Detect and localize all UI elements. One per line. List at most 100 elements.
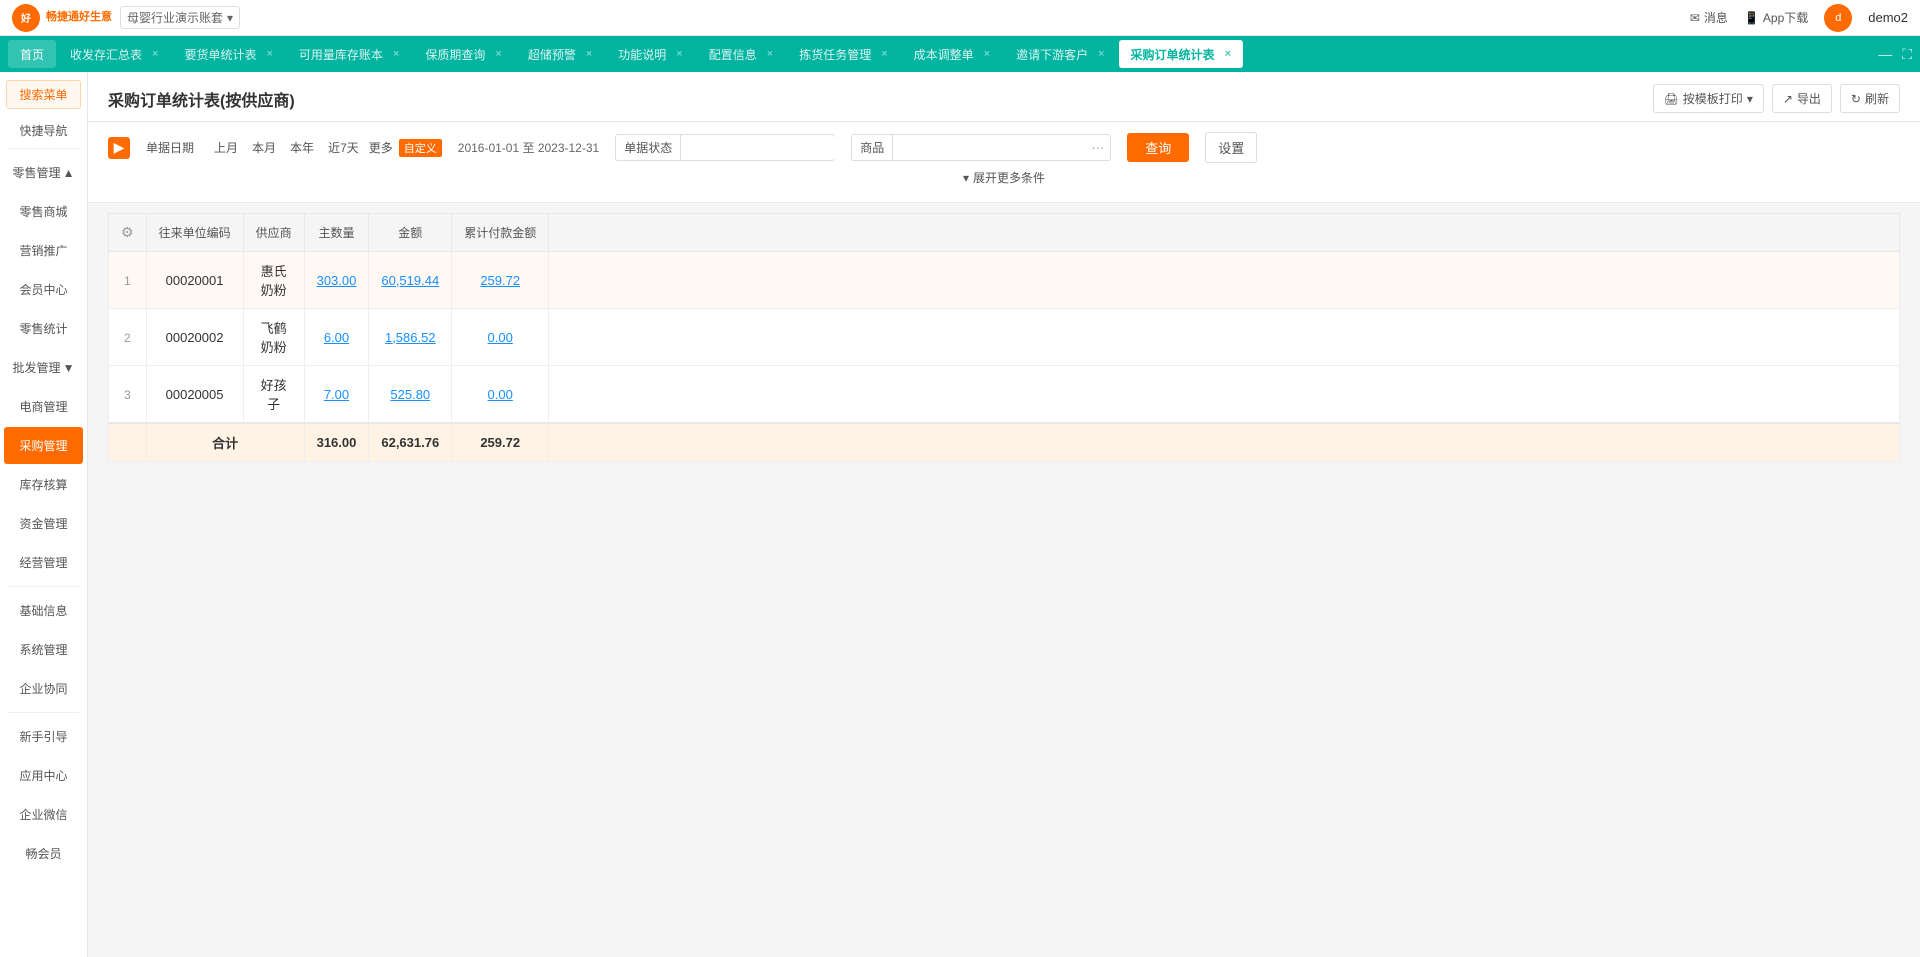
- workspace-selector[interactable]: 母婴行业演示账套 ▾: [120, 6, 240, 29]
- tab-chaochu[interactable]: 超储预警 ×: [516, 40, 604, 68]
- close-icon[interactable]: ×: [152, 48, 158, 60]
- date-more-button[interactable]: 更多: [369, 139, 393, 156]
- sidebar-item-wechat[interactable]: 企业微信: [4, 796, 83, 833]
- sidebar-item-label: 资金管理: [19, 517, 67, 531]
- cell-amount: 525.80: [369, 366, 452, 424]
- user-avatar[interactable]: d: [1824, 4, 1852, 32]
- tab-peizhi[interactable]: 配置信息 ×: [697, 40, 785, 68]
- chevron-down-icon: ▾: [963, 171, 969, 185]
- tab-jianhuo[interactable]: 拣货任务管理 ×: [787, 40, 899, 68]
- sidebar-search-area: 搜索菜单: [0, 72, 87, 117]
- sidebar-quick-nav[interactable]: 快捷导航: [0, 117, 87, 144]
- close-icon[interactable]: ×: [1098, 48, 1104, 60]
- qty-link[interactable]: 6.00: [324, 330, 349, 345]
- row-index: 1: [109, 252, 147, 309]
- date-shortcut-this-year[interactable]: 本年: [286, 137, 318, 158]
- maximize-icon[interactable]: ⛶: [1902, 46, 1912, 63]
- cell-supplier: 好孩子: [243, 366, 304, 424]
- close-icon[interactable]: ×: [676, 48, 682, 60]
- date-range-display: 2016-01-01 至 2023-12-31: [458, 139, 599, 156]
- amount-link[interactable]: 1,586.52: [385, 330, 436, 345]
- qty-link[interactable]: 303.00: [317, 273, 357, 288]
- date-shortcut-this-month[interactable]: 本月: [248, 137, 280, 158]
- page-title: 采购订单统计表(按供应商): [108, 87, 295, 111]
- query-button[interactable]: 查询: [1127, 133, 1189, 162]
- sidebar-item-label: 系统管理: [19, 643, 67, 657]
- search-menu-button[interactable]: 搜索菜单: [6, 80, 81, 109]
- paid-link[interactable]: 259.72: [480, 273, 520, 288]
- cell-paid: 0.00: [452, 366, 549, 424]
- date-shortcut-last-month[interactable]: 上月: [210, 137, 242, 158]
- sidebar-item-member[interactable]: 会员中心: [4, 271, 83, 308]
- app-download-button[interactable]: 📱 App下载: [1744, 9, 1808, 26]
- settings-button[interactable]: 设置: [1205, 132, 1257, 163]
- tab-yaoqing[interactable]: 邀请下游客户 ×: [1004, 40, 1116, 68]
- status-filter-input[interactable]: [681, 137, 852, 159]
- sidebar-item-purchase[interactable]: 采购管理: [4, 427, 83, 464]
- sidebar-item-marketing[interactable]: 营销推广: [4, 232, 83, 269]
- close-icon[interactable]: ×: [881, 48, 887, 60]
- tab-label: 超储预警: [528, 46, 576, 63]
- export-button[interactable]: ↗ 导出: [1772, 84, 1832, 113]
- sidebar-item-ecommerce[interactable]: 电商管理: [4, 388, 83, 425]
- close-icon[interactable]: ×: [984, 48, 990, 60]
- expand-more-button[interactable]: ▾ 展开更多条件: [963, 169, 1045, 186]
- sidebar-item-guide[interactable]: 新手引导: [4, 718, 83, 755]
- sidebar-item-collab[interactable]: 企业协同: [4, 670, 83, 707]
- close-icon[interactable]: ×: [495, 48, 501, 60]
- sidebar-item-operations[interactable]: 经营管理: [4, 544, 83, 581]
- close-icon[interactable]: ×: [586, 48, 592, 60]
- footer-empty: [109, 423, 147, 462]
- close-icon[interactable]: ×: [266, 48, 272, 60]
- table-row: 1 00020001 惠氏奶粉 303.00 60,519.44 259.72: [109, 252, 1900, 309]
- sidebar-item-store[interactable]: 零售商城: [4, 193, 83, 230]
- sidebar-item-retail[interactable]: 零售管理 ▲: [4, 154, 83, 191]
- tab-kuyong[interactable]: 可用量库存账本 ×: [287, 40, 411, 68]
- tab-gongneng[interactable]: 功能说明 ×: [606, 40, 694, 68]
- sidebar-item-system[interactable]: 系统管理: [4, 631, 83, 668]
- col-extra: [549, 214, 1900, 252]
- date-custom-badge[interactable]: 自定义: [399, 139, 442, 157]
- sidebar-item-wholesale[interactable]: 批发管理 ▼: [4, 349, 83, 386]
- minimize-icon[interactable]: —: [1878, 46, 1892, 62]
- cell-supplier: 飞鹤奶粉: [243, 309, 304, 366]
- export-icon: ↗: [1783, 92, 1793, 106]
- template-print-button[interactable]: 🖨 按模板打印 ▾: [1653, 84, 1764, 113]
- table-row: 2 00020002 飞鹤奶粉 6.00 1,586.52 0.00: [109, 309, 1900, 366]
- footer-qty: 316.00: [304, 423, 369, 462]
- sidebar-item-label: 零售统计: [19, 322, 67, 336]
- date-shortcut-7days[interactable]: 近7天: [324, 137, 363, 158]
- sidebar-item-finance[interactable]: 资金管理: [4, 505, 83, 542]
- tab-shouzou[interactable]: 收发存汇总表 ×: [58, 40, 170, 68]
- tab-chengben[interactable]: 成本调整单 ×: [902, 40, 1002, 68]
- goods-filter-input[interactable]: [893, 137, 1085, 159]
- close-icon[interactable]: ×: [767, 48, 773, 60]
- amount-link[interactable]: 525.80: [390, 387, 430, 402]
- paid-link[interactable]: 0.00: [488, 387, 513, 402]
- filter-toggle-button[interactable]: ▶: [108, 137, 130, 159]
- sidebar-item-basic[interactable]: 基础信息: [4, 592, 83, 629]
- amount-link[interactable]: 60,519.44: [381, 273, 439, 288]
- paid-link[interactable]: 0.00: [488, 330, 513, 345]
- cell-qty: 303.00: [304, 252, 369, 309]
- sidebar-item-retail-stat[interactable]: 零售统计: [4, 310, 83, 347]
- message-button[interactable]: ✉ 消息: [1690, 9, 1728, 26]
- refresh-button[interactable]: ↻ 刷新: [1840, 84, 1900, 113]
- sidebar-item-label: 批发管理: [13, 359, 61, 376]
- sidebar-item-inventory[interactable]: 库存核算: [4, 466, 83, 503]
- tab-yaohuo[interactable]: 要货单统计表 ×: [172, 40, 284, 68]
- tab-baozhi[interactable]: 保质期查询 ×: [413, 40, 513, 68]
- goods-more-icon[interactable]: ···: [1085, 136, 1110, 159]
- close-icon[interactable]: ×: [1225, 48, 1231, 60]
- tab-home[interactable]: 首页: [8, 40, 56, 68]
- cell-amount: 60,519.44: [369, 252, 452, 309]
- gear-icon[interactable]: ⚙: [121, 224, 134, 240]
- qty-link[interactable]: 7.00: [324, 387, 349, 402]
- nav-tabs: 首页 收发存汇总表 × 要货单统计表 × 可用量库存账本 × 保质期查询 × 超…: [0, 36, 1920, 72]
- sidebar-item-vip[interactable]: 畅会员: [4, 835, 83, 872]
- tab-caigou-active[interactable]: 采购订单统计表 ×: [1119, 40, 1243, 68]
- footer-amount: 62,631.76: [369, 423, 452, 462]
- close-icon[interactable]: ×: [393, 48, 399, 60]
- chevron-down-icon: ▾: [227, 11, 233, 25]
- sidebar-item-apps[interactable]: 应用中心: [4, 757, 83, 794]
